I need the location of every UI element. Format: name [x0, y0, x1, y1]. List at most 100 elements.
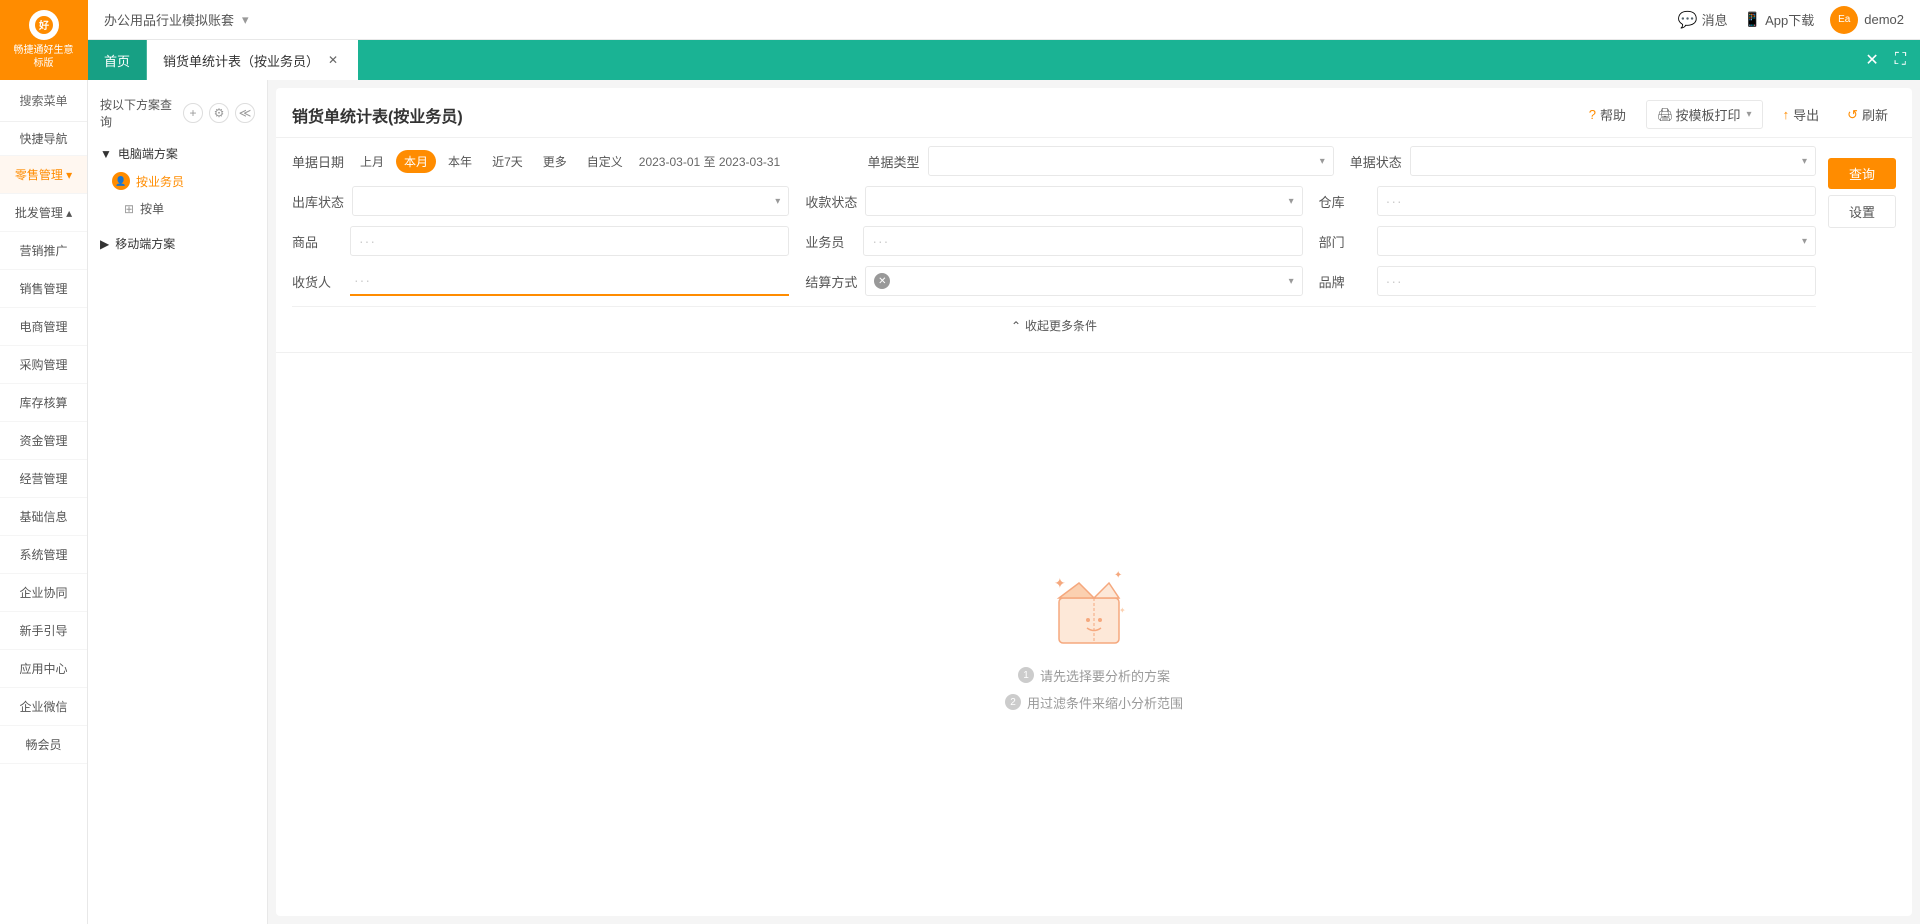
- consignee-field: 收货人 ···: [292, 266, 789, 296]
- sales-rep-label: 业务员: [805, 232, 855, 251]
- sidebar-item-enterprise[interactable]: 企业协同: [0, 574, 87, 612]
- tabbar: 首页 销货单统计表（按业务员） ✕ ✕ ⛶: [88, 40, 1920, 80]
- collapse-panel-button[interactable]: ≪: [235, 103, 255, 123]
- date-tab-7days[interactable]: 近7天: [484, 150, 531, 173]
- payment-tag-close-icon[interactable]: ✕: [874, 273, 890, 289]
- date-tab-this-year[interactable]: 本年: [440, 150, 480, 173]
- user-profile[interactable]: Ea demo2: [1830, 6, 1904, 34]
- date-range-text: 2023-03-01 至 2023-03-31: [639, 153, 780, 170]
- refresh-button[interactable]: ↺ 刷新: [1839, 101, 1896, 128]
- consignee-input[interactable]: ···: [350, 266, 789, 296]
- content-area: 按以下方案查询 + ⚙ ≪ ▼ 电脑端方案 👤: [88, 80, 1920, 924]
- form-row-2: 出库状态 ▾ 收款状态 ▾: [292, 186, 1816, 216]
- empty-tip-2-text: 用过滤条件来缩小分析范围: [1027, 693, 1183, 712]
- topbar-breadcrumb: 办公用品行业模拟账套 ▾: [104, 10, 249, 29]
- brand-label: 品牌: [1319, 272, 1369, 291]
- sidebar-item-ecommerce[interactable]: 电商管理: [0, 308, 87, 346]
- date-field: 单据日期 上月 本月 本年 近7天 更多 自定义 20: [292, 150, 852, 173]
- page-action-buttons: ? 帮助 🖨 按模板打印 ▾ ↑ 导出 ↺ 刷新: [1581, 100, 1896, 129]
- payment-arrow-icon: ▾: [1289, 276, 1294, 287]
- scheme-item-by-order[interactable]: ⊞ 按单: [88, 195, 267, 222]
- app-logo: 好 畅捷通好生意 标版: [0, 0, 88, 80]
- receive-status-label: 收款状态: [805, 192, 857, 211]
- app-download-icon: 📱: [1744, 11, 1761, 28]
- sidebar-item-sales[interactable]: 销售管理: [0, 270, 87, 308]
- help-icon: ?: [1589, 107, 1596, 122]
- help-button[interactable]: ? 帮助: [1581, 101, 1634, 128]
- brand-field: 品牌 ···: [1319, 266, 1816, 296]
- settings-button[interactable]: 设置: [1828, 195, 1896, 228]
- out-status-select[interactable]: ▾: [352, 186, 789, 216]
- date-tab-this-month[interactable]: 本月: [396, 150, 436, 173]
- search-menu-label[interactable]: 搜索菜单: [10, 88, 77, 113]
- add-scheme-button[interactable]: +: [183, 103, 203, 123]
- sales-rep-dots: ···: [872, 233, 889, 249]
- tab-home[interactable]: 首页: [88, 40, 147, 80]
- desktop-group-title[interactable]: ▼ 电脑端方案: [88, 140, 267, 167]
- mobile-group-title[interactable]: ▶ 移动端方案: [88, 230, 267, 257]
- form-row-4: 收货人 ··· 结算方式 ✕ ▾: [292, 266, 1816, 296]
- payment-input[interactable]: ✕ ▾: [865, 266, 1302, 296]
- svg-text:✦: ✦: [1114, 570, 1122, 581]
- tab-sales-stats[interactable]: 销货单统计表（按业务员） ✕: [147, 40, 358, 80]
- by-order-icon: ⊞: [124, 202, 134, 216]
- message-icon: 💬: [1678, 10, 1698, 30]
- sidebar-item-finance[interactable]: 资金管理: [0, 422, 87, 460]
- sales-rep-input[interactable]: ···: [863, 226, 1302, 256]
- export-button[interactable]: ↑ 导出: [1775, 101, 1828, 128]
- sidebar-item-retail[interactable]: 零售管理 ▾: [0, 156, 87, 194]
- tab-sales-stats-label: 销货单统计表（按业务员）: [163, 51, 319, 70]
- date-tab-last-month[interactable]: 上月: [352, 150, 392, 173]
- out-status-arrow-icon: ▾: [775, 196, 780, 207]
- receive-status-select[interactable]: ▾: [865, 186, 1302, 216]
- payment-field: 结算方式 ✕ ▾: [805, 266, 1302, 296]
- breadcrumb-dropdown-icon[interactable]: ▾: [242, 12, 249, 28]
- sidebar-item-inventory[interactable]: 库存核算: [0, 384, 87, 422]
- sidebar-item-member[interactable]: 畅会员: [0, 726, 87, 764]
- desktop-scheme-group: ▼ 电脑端方案 👤 按业务员 ⊞ 按单: [88, 136, 267, 226]
- by-sales-label: 按业务员: [136, 173, 184, 190]
- sidebar-item-newbie[interactable]: 新手引导: [0, 612, 87, 650]
- form-row-1: 单据日期 上月 本月 本年 近7天 更多 自定义 20: [292, 146, 1816, 176]
- doc-status-select[interactable]: ▾: [1410, 146, 1816, 176]
- tab-expand-icon[interactable]: ⛶: [1891, 47, 1910, 73]
- sidebar-item-quicknav[interactable]: 快捷导航: [0, 122, 87, 156]
- brand-input[interactable]: ···: [1377, 266, 1816, 296]
- date-tab-custom[interactable]: 自定义: [579, 150, 631, 173]
- topbar-actions: 💬 消息 📱 App下载 Ea demo2: [1678, 6, 1904, 34]
- message-button[interactable]: 💬 消息: [1678, 10, 1728, 30]
- refresh-icon: ↺: [1847, 107, 1858, 123]
- sidebar-item-operations[interactable]: 经营管理: [0, 460, 87, 498]
- doc-type-arrow-icon: ▾: [1320, 156, 1325, 167]
- sidebar-item-wechat[interactable]: 企业微信: [0, 688, 87, 726]
- tabbar-right-actions: ✕ ⛶: [1861, 40, 1920, 80]
- app-download-button[interactable]: 📱 App下载: [1744, 10, 1815, 29]
- sidebar-item-wholesale[interactable]: 批发管理 ▴: [0, 194, 87, 232]
- collapse-button[interactable]: ⌃ 收起更多条件: [995, 313, 1113, 338]
- sidebar-search-section: 搜索菜单: [0, 80, 87, 122]
- svg-text:✦: ✦: [1054, 575, 1066, 591]
- tab-close-icon[interactable]: ✕: [325, 52, 341, 68]
- date-tab-more[interactable]: 更多: [535, 150, 575, 173]
- query-form-container: 单据日期 上月 本月 本年 近7天 更多 自定义 20: [292, 146, 1816, 344]
- settings-scheme-button[interactable]: ⚙: [209, 103, 229, 123]
- sidebar-item-basic[interactable]: 基础信息: [0, 498, 87, 536]
- query-button[interactable]: 查询: [1828, 158, 1896, 189]
- warehouse-label: 仓库: [1319, 192, 1369, 211]
- tab-close-all-icon[interactable]: ✕: [1861, 46, 1882, 74]
- export-icon: ↑: [1783, 107, 1790, 122]
- empty-tip-1-num: 1: [1018, 667, 1034, 683]
- doc-type-select[interactable]: ▾: [928, 146, 1334, 176]
- product-input[interactable]: ···: [350, 226, 789, 256]
- left-scheme-panel: 按以下方案查询 + ⚙ ≪ ▼ 电脑端方案 👤: [88, 80, 268, 924]
- page-title-bar: 销货单统计表(按业务员) ? 帮助 🖨 按模板打印 ▾ ↑ 导出: [276, 88, 1912, 138]
- consignee-label: 收货人: [292, 272, 342, 291]
- sidebar-item-purchase[interactable]: 采购管理: [0, 346, 87, 384]
- sidebar-item-appcenter[interactable]: 应用中心: [0, 650, 87, 688]
- dept-select[interactable]: ▾: [1377, 226, 1816, 256]
- scheme-item-by-sales[interactable]: 👤 按业务员: [88, 167, 267, 195]
- print-button[interactable]: 🖨 按模板打印 ▾: [1646, 100, 1763, 129]
- warehouse-input[interactable]: ···: [1377, 186, 1816, 216]
- sidebar-item-marketing[interactable]: 营销推广: [0, 232, 87, 270]
- sidebar-item-system[interactable]: 系统管理: [0, 536, 87, 574]
